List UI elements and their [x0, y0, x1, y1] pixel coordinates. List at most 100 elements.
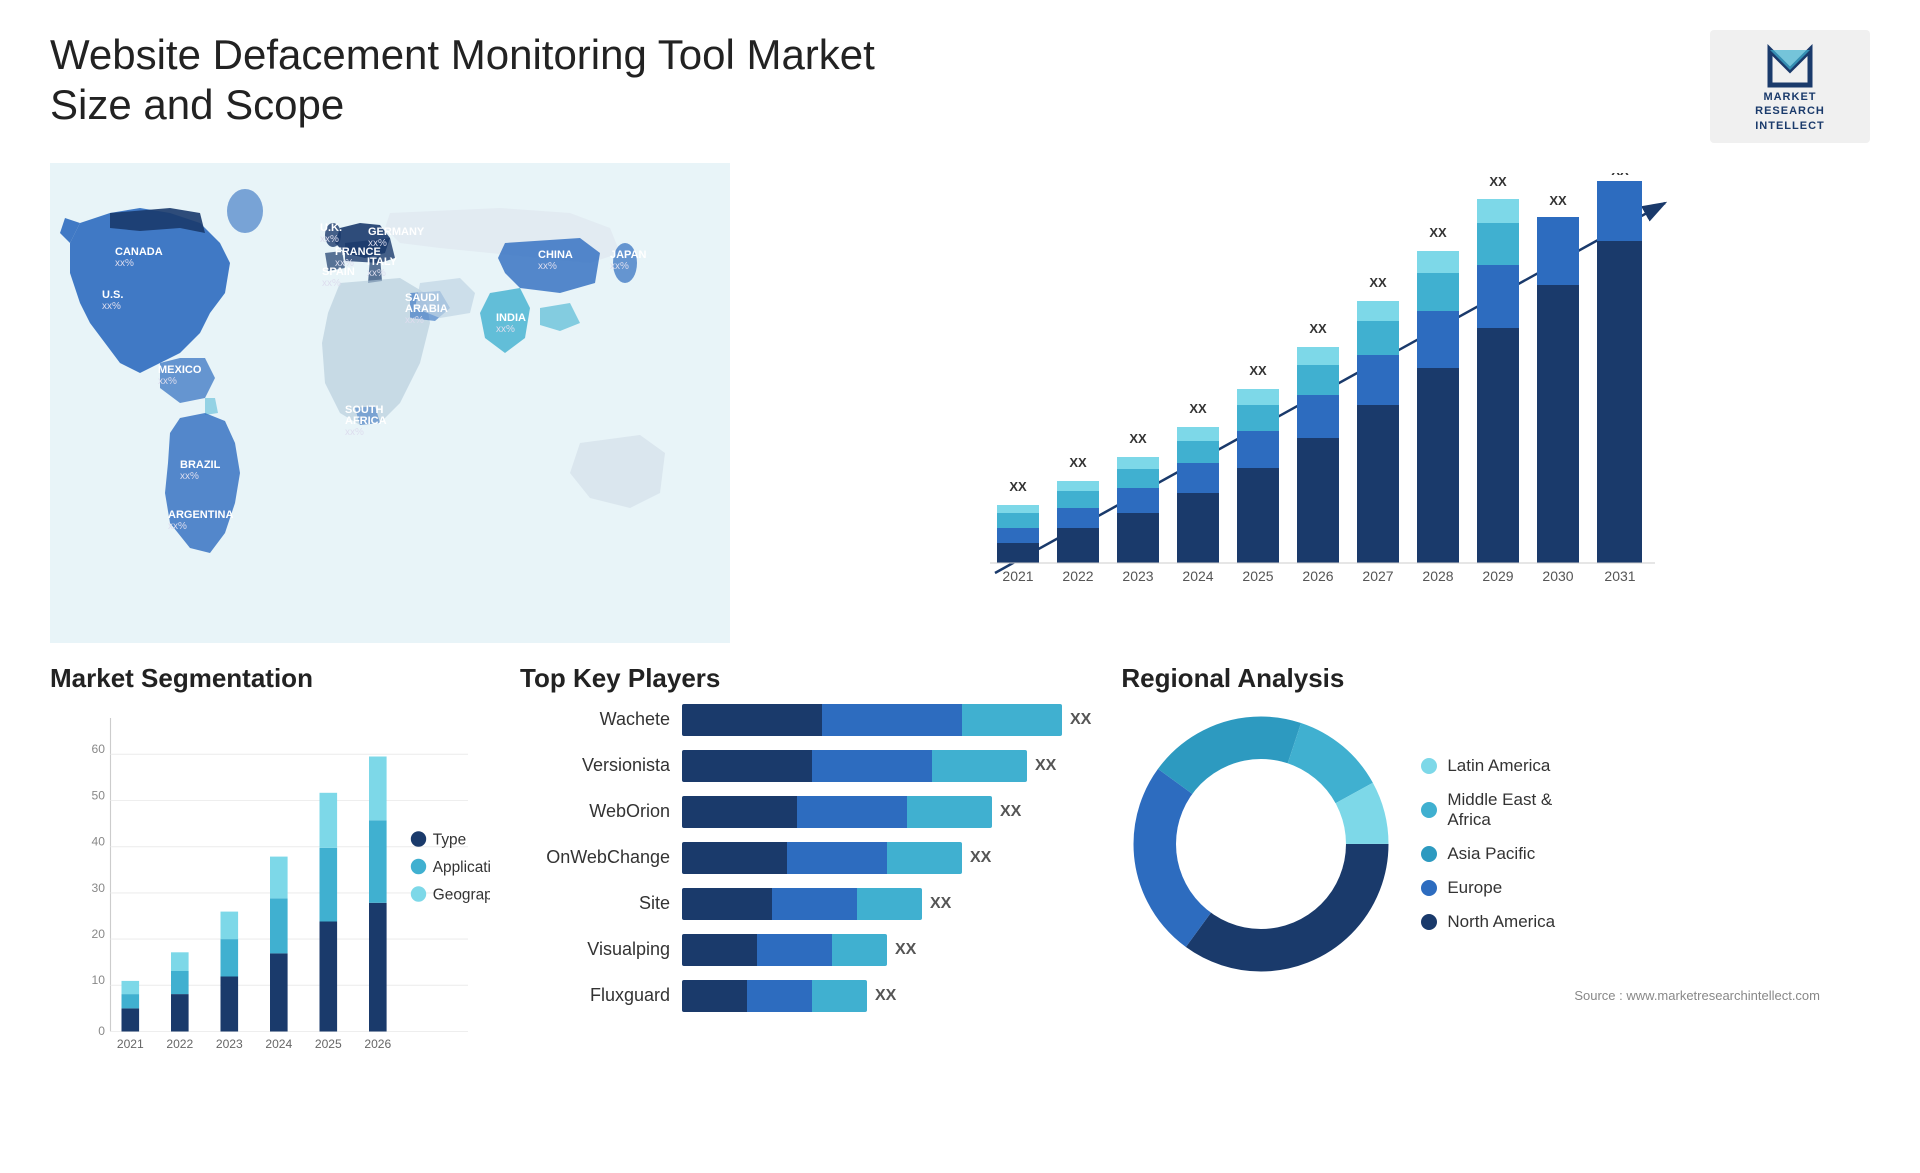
- player-value: XX: [1035, 757, 1056, 775]
- svg-text:2029: 2029: [1482, 568, 1513, 584]
- svg-text:2025: 2025: [315, 1037, 342, 1051]
- svg-text:50: 50: [92, 788, 106, 802]
- legend-dot-europe: [1421, 880, 1437, 896]
- svg-text:2022: 2022: [1062, 568, 1093, 584]
- player-value: XX: [875, 987, 896, 1005]
- svg-text:2021: 2021: [117, 1037, 144, 1051]
- svg-text:AFRICA: AFRICA: [345, 415, 387, 427]
- svg-text:xx%: xx%: [320, 234, 339, 245]
- player-bar-container: XX: [682, 934, 1091, 966]
- player-bar-container: XX: [682, 842, 1091, 874]
- logo-text: MARKET RESEARCH INTELLECT: [1755, 90, 1825, 133]
- svg-text:CHINA: CHINA: [538, 249, 573, 261]
- legend-label-na: North America: [1447, 912, 1555, 932]
- player-value: XX: [1070, 711, 1091, 729]
- segmentation-section: Market Segmentation 0 10 20 30 40 50 60: [50, 663, 490, 1163]
- svg-text:60: 60: [92, 742, 106, 756]
- svg-text:xx%: xx%: [610, 261, 629, 272]
- player-name: Versionista: [520, 755, 670, 776]
- player-name: WebOrion: [520, 801, 670, 822]
- svg-text:2028: 2028: [1422, 568, 1453, 584]
- svg-text:xx%: xx%: [367, 268, 386, 279]
- player-bar-container: XX: [682, 750, 1091, 782]
- svg-text:XX: XX: [1189, 401, 1207, 416]
- players-list: Wachete XX Versionista: [520, 704, 1091, 1012]
- svg-text:XX: XX: [1549, 193, 1567, 208]
- player-value: XX: [1000, 803, 1021, 821]
- svg-text:CANADA: CANADA: [115, 246, 163, 258]
- legend-label-europe: Europe: [1447, 878, 1502, 898]
- player-row: OnWebChange XX: [520, 842, 1091, 874]
- svg-text:Type: Type: [433, 831, 466, 848]
- player-value: XX: [930, 895, 951, 913]
- svg-text:xx%: xx%: [180, 471, 199, 482]
- legend-dot-latin: [1421, 758, 1437, 774]
- logo-icon: [1765, 40, 1815, 90]
- player-bar: [682, 796, 992, 828]
- svg-text:2026: 2026: [364, 1037, 391, 1051]
- player-name: Site: [520, 893, 670, 914]
- legend-dot-na: [1421, 914, 1437, 930]
- svg-text:xx%: xx%: [496, 324, 515, 335]
- segmentation-chart: 0 10 20 30 40 50 60: [50, 704, 490, 1084]
- player-row: Visualping XX: [520, 934, 1091, 966]
- player-bar: [682, 980, 867, 1012]
- svg-text:XX: XX: [1309, 321, 1327, 336]
- svg-text:BRAZIL: BRAZIL: [180, 459, 221, 471]
- svg-text:ARGENTINA: ARGENTINA: [168, 509, 233, 521]
- svg-text:2023: 2023: [1122, 568, 1153, 584]
- legend-label-apac: Asia Pacific: [1447, 844, 1535, 864]
- player-value: XX: [970, 849, 991, 867]
- player-bar: [682, 704, 1062, 736]
- segmentation-title: Market Segmentation: [50, 663, 490, 694]
- player-bar-container: XX: [682, 796, 1091, 828]
- page-title: Website Defacement Monitoring Tool Marke…: [50, 30, 950, 131]
- player-bar-container: XX: [682, 888, 1091, 920]
- svg-text:2026: 2026: [1302, 568, 1333, 584]
- legend-dot-apac: [1421, 846, 1437, 862]
- svg-text:XX: XX: [1369, 275, 1387, 290]
- svg-text:xx%: xx%: [115, 258, 134, 269]
- world-map-section: CANADA xx% U.S. xx% MEXICO xx% BRAZIL xx…: [50, 163, 730, 643]
- player-bar: [682, 888, 922, 920]
- svg-text:U.K.: U.K.: [320, 222, 342, 234]
- player-row: Fluxguard XX: [520, 980, 1091, 1012]
- svg-text:40: 40: [92, 834, 106, 848]
- svg-text:ITALY: ITALY: [367, 256, 398, 268]
- svg-text:2024: 2024: [1182, 568, 1213, 584]
- player-row: Versionista XX: [520, 750, 1091, 782]
- bar-chart-section: XX XX XX XX XX: [760, 163, 1870, 643]
- player-bar-container: XX: [682, 704, 1091, 736]
- source-text: Source : www.marketresearchintellect.com: [1121, 988, 1870, 1003]
- legend-item-apac: Asia Pacific: [1421, 844, 1555, 864]
- svg-text:U.S.: U.S.: [102, 289, 123, 301]
- svg-text:2025: 2025: [1242, 568, 1273, 584]
- svg-text:xx%: xx%: [158, 376, 177, 387]
- donut-chart: [1121, 704, 1401, 984]
- svg-text:xx%: xx%: [345, 427, 364, 438]
- logo: MARKET RESEARCH INTELLECT: [1710, 30, 1870, 143]
- header: Website Defacement Monitoring Tool Marke…: [0, 0, 1920, 153]
- player-bar-container: XX: [682, 980, 1091, 1012]
- svg-text:XX: XX: [1129, 431, 1147, 446]
- svg-text:2021: 2021: [1002, 568, 1033, 584]
- player-value: XX: [895, 941, 916, 959]
- svg-text:xx%: xx%: [102, 301, 121, 312]
- svg-text:GERMANY: GERMANY: [368, 226, 425, 238]
- player-bar: [682, 750, 1027, 782]
- top-content: CANADA xx% U.S. xx% MEXICO xx% BRAZIL xx…: [0, 153, 1920, 653]
- player-bar: [682, 934, 887, 966]
- legend-label-latin: Latin America: [1447, 756, 1550, 776]
- key-players-section: Top Key Players Wachete XX Versionista: [520, 663, 1091, 1163]
- svg-text:20: 20: [92, 927, 106, 941]
- svg-text:XX: XX: [1249, 363, 1267, 378]
- svg-text:ARABIA: ARABIA: [405, 303, 448, 315]
- svg-text:Geography: Geography: [433, 886, 490, 903]
- key-players-title: Top Key Players: [520, 663, 1091, 694]
- svg-text:xx%: xx%: [322, 278, 341, 289]
- svg-text:XX: XX: [1611, 173, 1629, 178]
- player-name: Visualping: [520, 939, 670, 960]
- svg-text:SPAIN: SPAIN: [322, 266, 355, 278]
- player-row: WebOrion XX: [520, 796, 1091, 828]
- donut-container: Latin America Middle East &Africa Asia P…: [1121, 704, 1870, 984]
